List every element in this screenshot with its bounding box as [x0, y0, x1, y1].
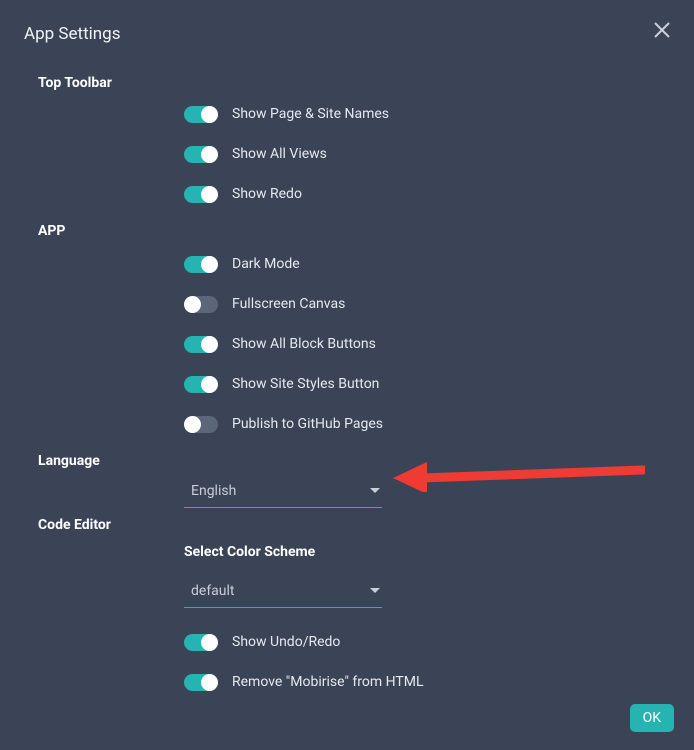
row-label: Remove "Mobirise" from HTML	[232, 674, 424, 690]
toggle-show-redo[interactable]	[184, 186, 218, 203]
section-top-toolbar: Top Toolbar Show Page & Site Names Show …	[24, 74, 670, 214]
row-show-all-views: Show All Views	[184, 134, 670, 174]
row-show-all-block-buttons: Show All Block Buttons	[184, 324, 670, 364]
row-show-undo-redo: Show Undo/Redo	[184, 622, 670, 662]
row-label: Show Site Styles Button	[232, 376, 379, 392]
row-label: Fullscreen Canvas	[232, 296, 345, 312]
row-show-redo: Show Redo	[184, 174, 670, 214]
row-label: Show Page & Site Names	[232, 106, 389, 122]
row-label: Show Redo	[232, 186, 302, 202]
row-label: Show Undo/Redo	[232, 634, 340, 650]
toggle-show-all-block-buttons[interactable]	[184, 336, 218, 353]
color-scheme-value: default	[191, 583, 235, 599]
toggle-show-all-views[interactable]	[184, 146, 218, 163]
chevron-down-icon	[370, 488, 380, 493]
toggle-fullscreen-canvas[interactable]	[184, 296, 218, 313]
toggle-publish-github-pages[interactable]	[184, 416, 218, 433]
section-label-app: APP	[24, 222, 184, 242]
ok-label: OK	[643, 710, 661, 726]
close-icon	[650, 18, 674, 42]
language-select[interactable]: English	[184, 474, 382, 508]
ok-button[interactable]: OK	[630, 704, 674, 732]
toggle-show-undo-redo[interactable]	[184, 634, 218, 651]
section-label-code-editor: Code Editor	[24, 516, 184, 536]
toggle-show-site-styles-button[interactable]	[184, 376, 218, 393]
section-label-top-toolbar: Top Toolbar	[24, 74, 184, 94]
app-settings-modal: App Settings Top Toolbar Show Page & Sit…	[0, 0, 694, 750]
row-label: Show All Views	[232, 146, 327, 162]
row-remove-mobirise: Remove "Mobirise" from HTML	[184, 662, 670, 702]
toggle-show-page-site-names[interactable]	[184, 106, 218, 123]
close-button[interactable]	[650, 18, 674, 42]
row-label: Publish to GitHub Pages	[232, 416, 383, 432]
toggle-remove-mobirise[interactable]	[184, 674, 218, 691]
toggle-dark-mode[interactable]	[184, 256, 218, 273]
row-label: Show All Block Buttons	[232, 336, 376, 352]
chevron-down-icon	[370, 588, 380, 593]
row-publish-github-pages: Publish to GitHub Pages	[184, 404, 670, 444]
section-label-language: Language	[24, 452, 184, 472]
row-show-site-styles-button: Show Site Styles Button	[184, 364, 670, 404]
section-language: Language English	[24, 452, 670, 508]
row-fullscreen-canvas: Fullscreen Canvas	[184, 284, 670, 324]
section-code-editor: Code Editor Select Color Scheme default …	[24, 516, 670, 702]
row-label: Dark Mode	[232, 256, 300, 272]
row-show-page-site-names: Show Page & Site Names	[184, 94, 670, 134]
row-dark-mode: Dark Mode	[184, 244, 670, 284]
section-app: APP Dark Mode Fullscreen Canvas Show All…	[24, 222, 670, 444]
color-scheme-select[interactable]: default	[184, 574, 382, 608]
modal-title: App Settings	[24, 24, 670, 44]
language-value: English	[191, 483, 236, 499]
code-editor-heading: Select Color Scheme	[184, 544, 670, 560]
